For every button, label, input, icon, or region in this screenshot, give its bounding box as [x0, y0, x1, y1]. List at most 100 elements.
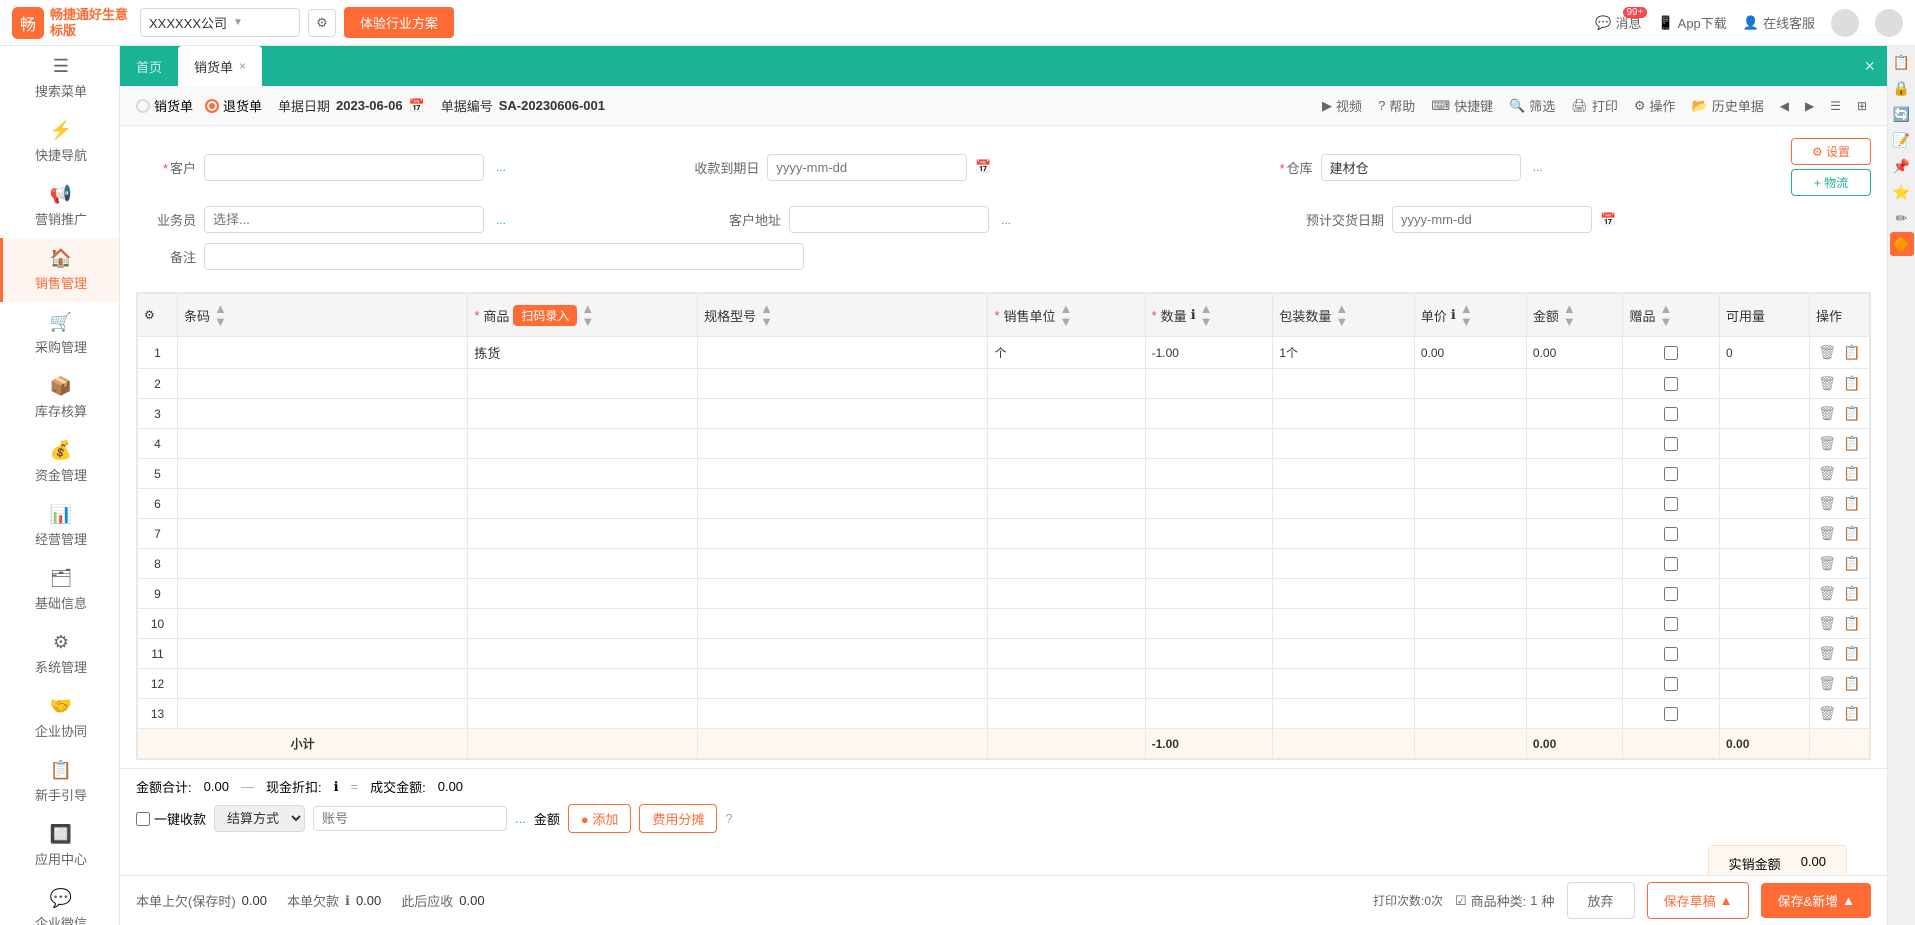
row-price[interactable]: [1414, 609, 1526, 639]
warehouse-input[interactable]: 建材仓: [1321, 154, 1521, 181]
sidebar-item-collab[interactable]: 🤝 企业协同: [0, 686, 119, 750]
row-gift[interactable]: [1623, 669, 1720, 699]
expected-date-calendar-icon[interactable]: 📅: [1600, 212, 1616, 228]
row-gift[interactable]: [1623, 369, 1720, 399]
list-view-button[interactable]: ☰: [1826, 97, 1845, 115]
row-copy-icon[interactable]: 📋: [1843, 405, 1860, 421]
row-copy-icon[interactable]: 📋: [1843, 465, 1860, 481]
row-delete-icon[interactable]: 🗑: [1818, 525, 1836, 541]
row-barcode[interactable]: [178, 549, 468, 579]
history-button[interactable]: 📂 历史单据: [1688, 94, 1768, 117]
customer-addr-input[interactable]: [789, 206, 989, 233]
row-product[interactable]: [468, 429, 698, 459]
due-date-calendar-icon[interactable]: 📅: [975, 159, 991, 175]
row-delete-icon[interactable]: 🗑: [1818, 495, 1836, 511]
row-qty[interactable]: [1145, 669, 1273, 699]
expected-date-input[interactable]: [1392, 206, 1592, 233]
row-delete-icon[interactable]: 🗑: [1818, 375, 1836, 391]
abandon-button[interactable]: 放弃: [1567, 882, 1635, 919]
sidebar-item-quicknav[interactable]: ⚡ 快捷导航: [0, 110, 119, 174]
row-delete-icon[interactable]: 🗑: [1818, 615, 1836, 631]
row-qty[interactable]: [1145, 579, 1273, 609]
row-gift[interactable]: [1623, 459, 1720, 489]
row-gift[interactable]: [1623, 579, 1720, 609]
row-barcode[interactable]: [178, 699, 468, 729]
panel-icon-1[interactable]: 📋: [1890, 50, 1914, 74]
row-copy-icon[interactable]: 📋: [1843, 675, 1860, 691]
row-qty[interactable]: [1145, 699, 1273, 729]
avatar[interactable]: [1831, 9, 1859, 37]
row-gift[interactable]: [1623, 399, 1720, 429]
row-copy-icon[interactable]: 📋: [1843, 435, 1860, 451]
row-delete-icon[interactable]: 🗑: [1818, 555, 1836, 571]
row-copy-icon[interactable]: 📋: [1843, 705, 1860, 721]
help-button[interactable]: ? 帮助: [1374, 94, 1419, 117]
account-input[interactable]: [313, 806, 507, 831]
tab-sales-order[interactable]: 销货单 ×: [178, 46, 262, 86]
row-spec[interactable]: [698, 549, 988, 579]
settlement-method-select[interactable]: 结算方式: [214, 805, 305, 832]
note-input[interactable]: [204, 243, 804, 270]
one-click-pay-checkbox[interactable]: [136, 812, 150, 826]
operation-button[interactable]: ⚙ 操作: [1630, 94, 1680, 117]
row-copy-icon[interactable]: 📋: [1843, 525, 1860, 541]
row-spec[interactable]: [698, 459, 988, 489]
row-barcode[interactable]: [178, 337, 468, 369]
sidebar-item-finance[interactable]: 💰 资金管理: [0, 430, 119, 494]
row-delete-icon[interactable]: 🗑: [1818, 344, 1836, 360]
panel-icon-2[interactable]: 🔒: [1890, 76, 1914, 100]
row-copy-icon[interactable]: 📋: [1843, 375, 1860, 391]
row-price[interactable]: [1414, 429, 1526, 459]
row-gift[interactable]: [1623, 489, 1720, 519]
sidebar-item-system[interactable]: ⚙ 系统管理: [0, 622, 119, 686]
radio-sales-order[interactable]: 销货单: [136, 96, 193, 115]
row-product[interactable]: [468, 699, 698, 729]
date-calendar-icon[interactable]: 📅: [409, 98, 425, 114]
row-price[interactable]: 0.00: [1414, 337, 1526, 369]
row-gift[interactable]: [1623, 429, 1720, 459]
row-price[interactable]: [1414, 459, 1526, 489]
row-qty[interactable]: [1145, 639, 1273, 669]
row-barcode[interactable]: [178, 459, 468, 489]
customer-input[interactable]: [204, 154, 484, 181]
row-spec[interactable]: [698, 609, 988, 639]
row-spec[interactable]: [698, 669, 988, 699]
row-price[interactable]: [1414, 489, 1526, 519]
row-barcode[interactable]: [178, 399, 468, 429]
salesman-input[interactable]: [204, 206, 484, 233]
row-qty[interactable]: [1145, 609, 1273, 639]
due-date-input[interactable]: [767, 154, 967, 181]
expense-split-button[interactable]: 费用分摊: [639, 804, 717, 833]
row-gift[interactable]: [1623, 519, 1720, 549]
row-product[interactable]: 拣货: [468, 337, 698, 369]
row-price[interactable]: [1414, 639, 1526, 669]
sidebar-item-wechat[interactable]: 💬 企业微信: [0, 878, 119, 925]
row-qty[interactable]: -1.00: [1145, 337, 1273, 369]
row-delete-icon[interactable]: 🗑: [1818, 675, 1836, 691]
row-copy-icon[interactable]: 📋: [1843, 645, 1860, 661]
account-more-btn[interactable]: ...: [515, 811, 526, 826]
panel-icon-5[interactable]: 📌: [1890, 154, 1914, 178]
row-price[interactable]: [1414, 699, 1526, 729]
row-spec[interactable]: [698, 639, 988, 669]
row-delete-icon[interactable]: 🗑: [1818, 435, 1836, 451]
row-delete-icon[interactable]: 🗑: [1818, 705, 1836, 721]
row-copy-icon[interactable]: 📋: [1843, 615, 1860, 631]
app-download-button[interactable]: 📱 App下载: [1657, 13, 1726, 32]
row-copy-icon[interactable]: 📋: [1843, 555, 1860, 571]
row-spec[interactable]: [698, 429, 988, 459]
row-gift[interactable]: [1623, 549, 1720, 579]
grid-view-button[interactable]: ⊞: [1853, 97, 1871, 115]
add-expense-button[interactable]: ● 添加: [568, 804, 632, 833]
tab-close-icon[interactable]: ×: [239, 59, 246, 73]
panel-icon-6[interactable]: ⭐: [1890, 180, 1914, 204]
sidebar-item-sales[interactable]: 🏠 销售管理: [0, 238, 119, 302]
sidebar-item-operations[interactable]: 📊 经营管理: [0, 494, 119, 558]
salesman-more-btn[interactable]: ...: [492, 213, 510, 227]
row-qty[interactable]: [1145, 489, 1273, 519]
messages-button[interactable]: 💬 消息 99+: [1595, 13, 1641, 32]
settings-icon[interactable]: ⚙: [308, 9, 336, 37]
row-qty[interactable]: [1145, 519, 1273, 549]
row-delete-icon[interactable]: 🗑: [1818, 645, 1836, 661]
panel-icon-3[interactable]: 🔄: [1890, 102, 1914, 126]
